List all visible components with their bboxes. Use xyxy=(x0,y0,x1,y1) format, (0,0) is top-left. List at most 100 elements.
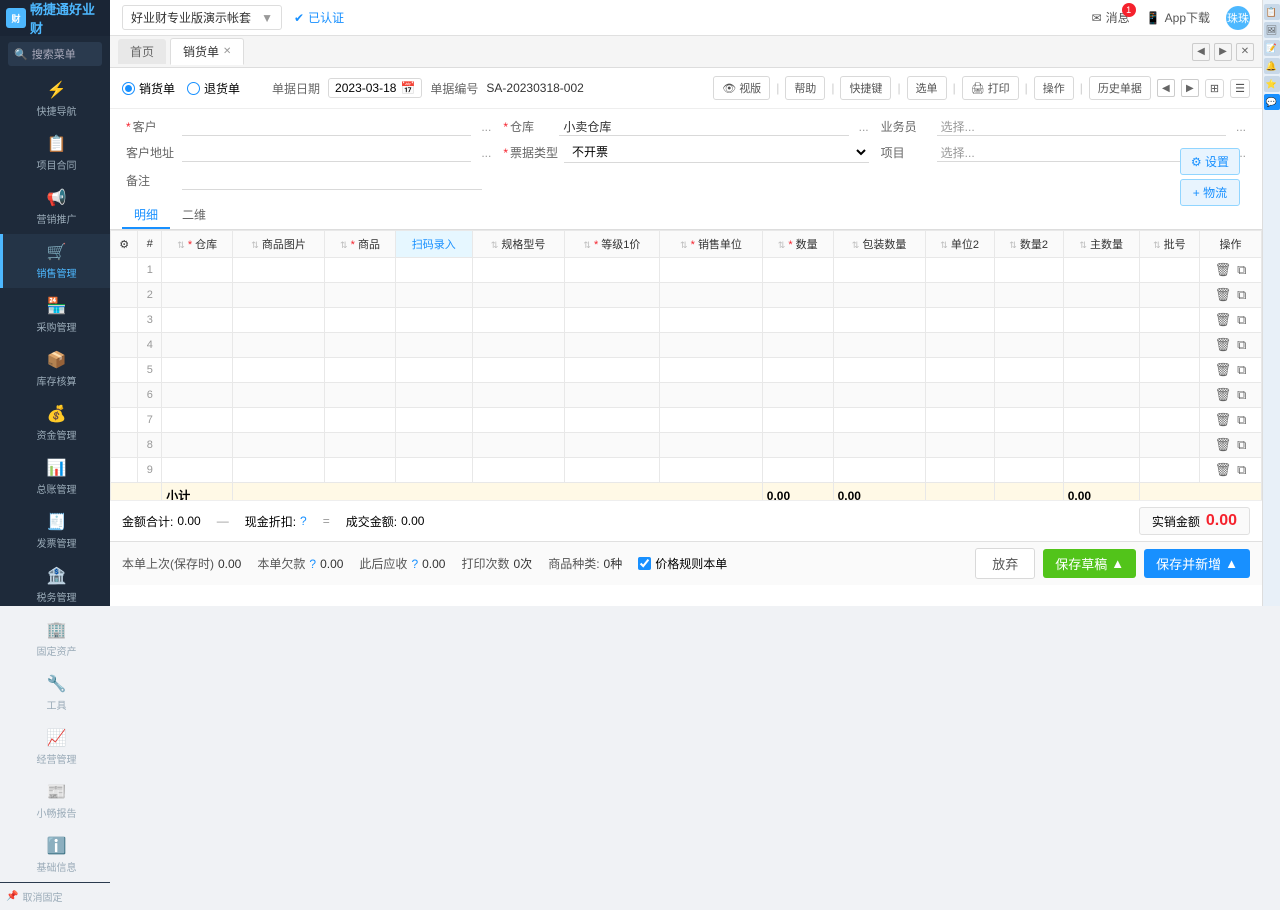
row-warehouse[interactable] xyxy=(162,308,233,333)
row-price1[interactable] xyxy=(564,408,660,433)
row-spec[interactable] xyxy=(472,433,564,458)
row-product[interactable] xyxy=(325,283,396,308)
row-qty2[interactable] xyxy=(994,258,1063,283)
sidebar-item-invoice[interactable]: 🧾 发票管理 xyxy=(0,504,110,558)
row-qty2[interactable] xyxy=(994,383,1063,408)
row-product-img[interactable] xyxy=(233,283,325,308)
row-copy-button[interactable]: ⧉ xyxy=(1236,336,1247,354)
row-product[interactable] xyxy=(325,358,396,383)
row-delete-button[interactable]: 🗑 xyxy=(1214,411,1233,429)
row-qty2[interactable] xyxy=(994,458,1063,483)
row-delete-button[interactable]: 🗑 xyxy=(1214,286,1233,304)
row-price1[interactable] xyxy=(564,383,660,408)
company-select[interactable]: 好业财专业版演示帐套 ▼ xyxy=(122,5,282,30)
customer-addr-dots-button[interactable]: ... xyxy=(481,146,491,160)
row-warehouse[interactable] xyxy=(162,358,233,383)
row-batch[interactable] xyxy=(1139,458,1199,483)
row-batch[interactable] xyxy=(1139,383,1199,408)
price-check-checkbox[interactable] xyxy=(638,557,651,570)
row-warehouse[interactable] xyxy=(162,283,233,308)
row-spec[interactable] xyxy=(472,283,564,308)
row-product-img[interactable] xyxy=(233,408,325,433)
row-unit2[interactable] xyxy=(925,408,994,433)
row-unit2[interactable] xyxy=(925,258,994,283)
row-barcode[interactable] xyxy=(395,308,472,333)
view-list-icon[interactable]: ☰ xyxy=(1230,79,1250,98)
row-sales-unit[interactable] xyxy=(660,433,763,458)
shortcut-button[interactable]: 快捷键 xyxy=(840,76,891,100)
row-price1[interactable] xyxy=(564,458,660,483)
row-main-qty[interactable] xyxy=(1063,408,1139,433)
row-pack-qty[interactable] xyxy=(833,333,925,358)
row-sales-unit[interactable] xyxy=(660,283,763,308)
row-price1[interactable] xyxy=(564,258,660,283)
row-spec[interactable] xyxy=(472,308,564,333)
tab-nav-prev[interactable]: ◀ xyxy=(1192,43,1210,61)
operations-button[interactable]: 操作 xyxy=(1034,76,1074,100)
row-main-qty[interactable] xyxy=(1063,333,1139,358)
save-new-button[interactable]: 保存并新增 ▲ xyxy=(1144,549,1250,578)
row-spec[interactable] xyxy=(472,258,564,283)
row-warehouse[interactable] xyxy=(162,433,233,458)
row-unit2[interactable] xyxy=(925,283,994,308)
row-barcode[interactable] xyxy=(395,283,472,308)
row-warehouse[interactable] xyxy=(162,408,233,433)
sales-rep-input[interactable] xyxy=(937,117,1226,136)
row-delete-button[interactable]: 🗑 xyxy=(1214,261,1233,279)
row-pack-qty[interactable] xyxy=(833,358,925,383)
row-copy-button[interactable]: ⧉ xyxy=(1236,436,1247,454)
sidebar-item-operation[interactable]: 📈 经营管理 xyxy=(0,720,110,774)
row-quantity[interactable] xyxy=(762,358,833,383)
nav-next-btn[interactable]: ▶ xyxy=(1181,79,1199,97)
row-barcode[interactable] xyxy=(395,258,472,283)
row-spec[interactable] xyxy=(472,383,564,408)
row-copy-button[interactable]: ⧉ xyxy=(1236,411,1247,429)
customer-input[interactable] xyxy=(182,117,471,136)
row-quantity[interactable] xyxy=(762,458,833,483)
row-pack-qty[interactable] xyxy=(833,433,925,458)
row-quantity[interactable] xyxy=(762,308,833,333)
row-barcode[interactable] xyxy=(395,433,472,458)
settings-col-header[interactable]: ⚙ xyxy=(111,231,138,258)
nav-prev-btn[interactable]: ◀ xyxy=(1157,79,1175,97)
row-main-qty[interactable] xyxy=(1063,433,1139,458)
row-main-qty[interactable] xyxy=(1063,258,1139,283)
discard-button[interactable]: 放弃 xyxy=(975,548,1035,579)
row-product-img[interactable] xyxy=(233,383,325,408)
sidebar-item-inventory[interactable]: 📦 库存核算 xyxy=(0,342,110,396)
setup-button[interactable]: ⚙ 设置 xyxy=(1180,148,1240,175)
row-main-qty[interactable] xyxy=(1063,358,1139,383)
warehouse-input[interactable] xyxy=(559,117,848,136)
row-pack-qty[interactable] xyxy=(833,408,925,433)
row-unit2[interactable] xyxy=(925,308,994,333)
sidebar-item-tools[interactable]: 🔧 工具 xyxy=(0,666,110,720)
row-product-img[interactable] xyxy=(233,333,325,358)
message-button[interactable]: ✉ 1 消息 xyxy=(1092,9,1130,26)
row-qty2[interactable] xyxy=(994,408,1063,433)
row-quantity[interactable] xyxy=(762,333,833,358)
row-batch[interactable] xyxy=(1139,408,1199,433)
save-draft-button[interactable]: 保存草稿 ▲ xyxy=(1043,549,1136,578)
row-warehouse[interactable] xyxy=(162,333,233,358)
row-price1[interactable] xyxy=(564,308,660,333)
date-input[interactable]: 2023-03-18 📅 xyxy=(328,78,422,98)
row-product[interactable] xyxy=(325,333,396,358)
row-product[interactable] xyxy=(325,408,396,433)
right-panel-icon-5[interactable]: ⭐ xyxy=(1264,76,1280,92)
sidebar-item-report[interactable]: 📰 小畅报告 xyxy=(0,774,110,828)
right-panel-icon-2[interactable]: 🖼 xyxy=(1264,22,1280,38)
remarks-input[interactable] xyxy=(182,171,482,190)
row-sales-unit[interactable] xyxy=(660,333,763,358)
tab-home[interactable]: 首页 xyxy=(118,39,166,64)
row-product[interactable] xyxy=(325,308,396,333)
row-copy-button[interactable]: ⧉ xyxy=(1236,261,1247,279)
row-delete-button[interactable]: 🗑 xyxy=(1214,386,1233,404)
row-sales-unit[interactable] xyxy=(660,358,763,383)
right-panel-icon-4[interactable]: 🔔 xyxy=(1264,58,1280,74)
right-panel-icon-1[interactable]: 📋 xyxy=(1264,4,1280,20)
row-delete-button[interactable]: 🗑 xyxy=(1214,461,1233,479)
row-quantity[interactable] xyxy=(762,433,833,458)
tab-2d[interactable]: 二维 xyxy=(170,202,218,229)
row-pack-qty[interactable] xyxy=(833,308,925,333)
row-pack-qty[interactable] xyxy=(833,383,925,408)
